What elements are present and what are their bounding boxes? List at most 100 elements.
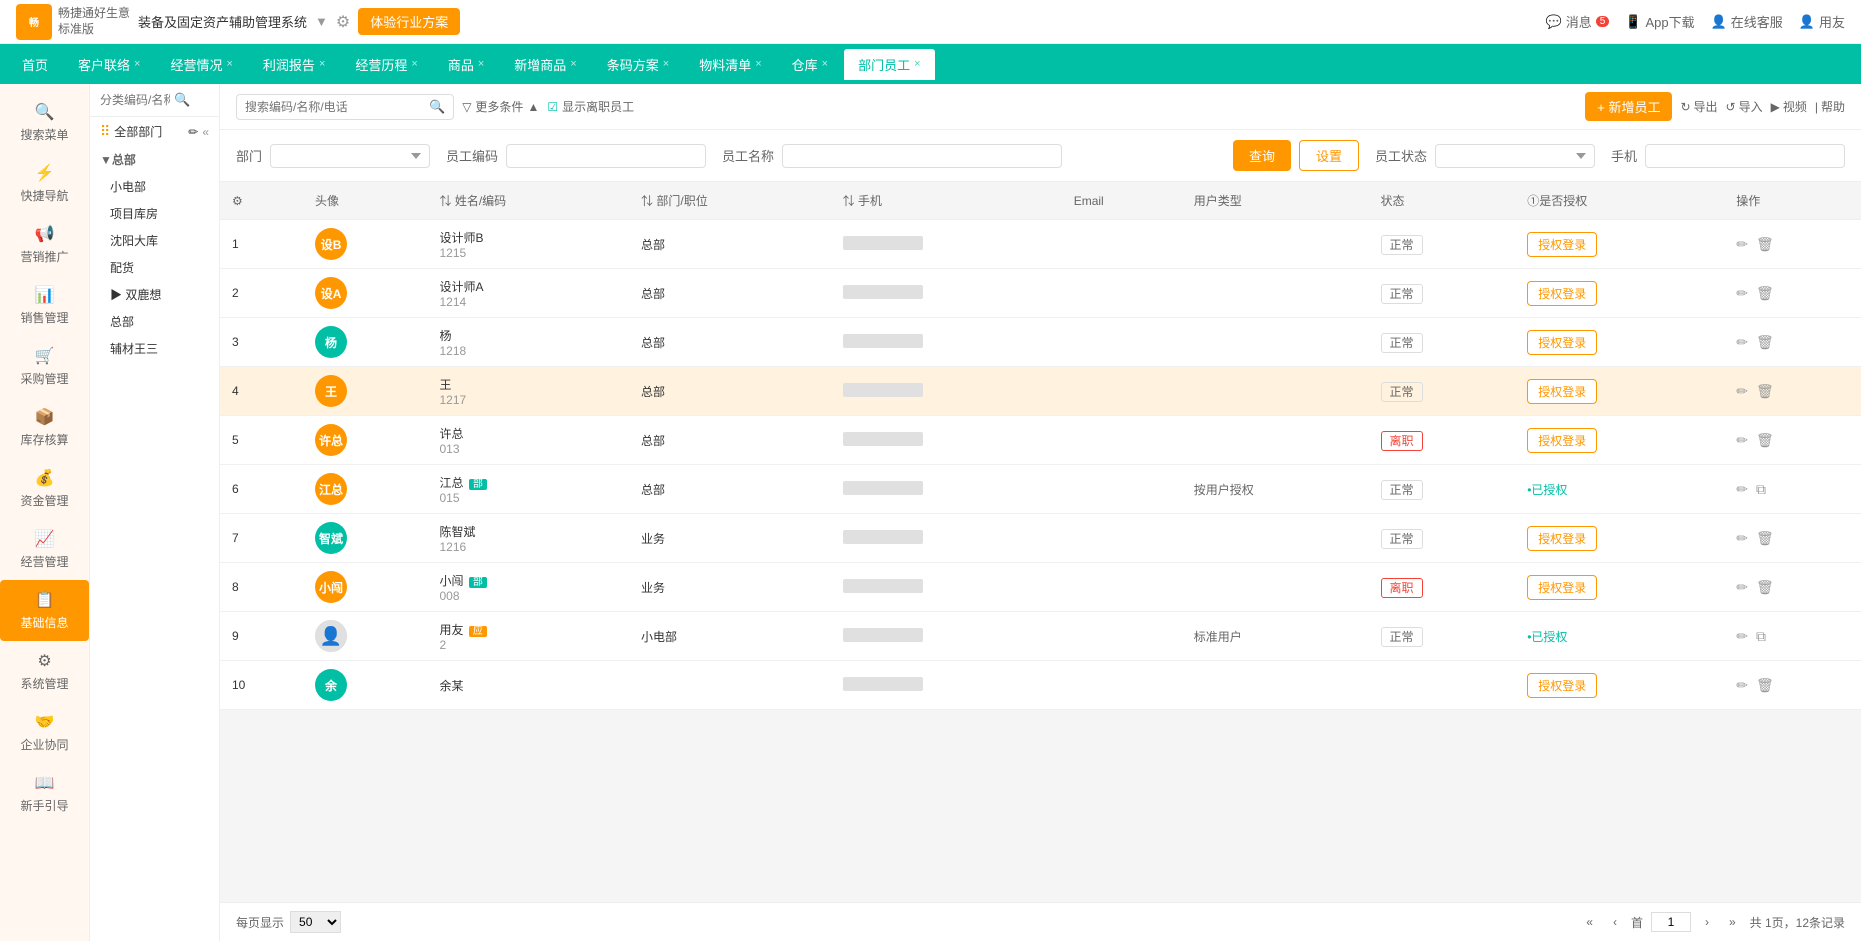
tab-goods[interactable]: 商品 × <box>434 49 498 80</box>
nav-basic-info[interactable]: 📋基础信息 <box>0 580 89 641</box>
close-icon[interactable]: × <box>755 58 761 70</box>
nav-business[interactable]: 📈经营管理 <box>0 519 89 580</box>
help-button[interactable]: | 帮助 <box>1815 98 1845 115</box>
nav-finance[interactable]: 💰资金管理 <box>0 458 89 519</box>
tab-bom[interactable]: 物料清单 × <box>685 49 775 80</box>
dept-item-shenyangdaku[interactable]: 沈阳大库 <box>90 227 219 254</box>
edit-icon[interactable]: ✏ <box>1736 530 1748 547</box>
nav-shortcut[interactable]: ⚡快捷导航 <box>0 153 89 214</box>
emp-code-input[interactable] <box>506 144 706 168</box>
close-icon[interactable]: × <box>478 58 484 70</box>
close-icon[interactable]: × <box>914 58 920 70</box>
prev-page-btn[interactable]: ‹ <box>1607 913 1623 931</box>
first-page-btn[interactable]: « <box>1580 913 1599 931</box>
dept-filter-select[interactable] <box>270 144 430 168</box>
sidebar-search-input[interactable] <box>100 93 170 107</box>
gear-icon[interactable]: ⚙ <box>336 12 350 32</box>
delete-icon[interactable]: 🗑 <box>1756 530 1774 547</box>
show-resigned-toggle[interactable]: ☑ 显示离职员工 <box>547 98 634 115</box>
app-download-btn[interactable]: 📱 App下载 <box>1625 12 1694 31</box>
delete-icon[interactable]: 🗑 <box>1756 432 1774 449</box>
tab-history[interactable]: 经营历程 × <box>341 49 431 80</box>
nav-marketing[interactable]: 📢营销推广 <box>0 214 89 275</box>
auth-button[interactable]: 授权登录 <box>1527 526 1597 551</box>
close-icon[interactable]: × <box>822 58 828 70</box>
nav-collab[interactable]: 🤝企业协同 <box>0 702 89 763</box>
delete-icon[interactable]: 🗑 <box>1756 383 1774 400</box>
col-settings[interactable]: ⚙ <box>220 182 303 220</box>
edit-icon[interactable]: ✏ <box>1736 677 1748 694</box>
close-icon[interactable]: × <box>226 58 232 70</box>
edit-icon[interactable]: ✏ <box>1736 432 1748 449</box>
nav-inventory[interactable]: 📦库存核算 <box>0 397 89 458</box>
nav-search[interactable]: 🔍搜索菜单 <box>0 92 89 153</box>
delete-icon[interactable]: 🗑 <box>1756 677 1774 694</box>
delete-icon[interactable]: 🗑 <box>1756 285 1774 302</box>
close-icon[interactable]: × <box>319 58 325 70</box>
close-icon[interactable]: × <box>411 58 417 70</box>
edit-icon[interactable]: ✏ <box>1736 481 1748 498</box>
tab-dept-staff[interactable]: 部门员工 × <box>844 49 934 80</box>
edit-dept-icon[interactable]: ✏ <box>188 125 198 139</box>
system-dropdown-icon[interactable]: ▼ <box>315 14 328 29</box>
col-phone[interactable]: ⇅ 手机 <box>831 182 1062 220</box>
sidebar-search-box[interactable]: 🔍 <box>100 92 190 108</box>
col-dept-position[interactable]: ⇅ 部门/职位 <box>629 182 831 220</box>
emp-name-input[interactable] <box>782 144 1062 168</box>
view-button[interactable]: ▶ 视频 <box>1771 98 1807 115</box>
edit-icon[interactable]: ✏ <box>1736 236 1748 253</box>
dept-item-xiangmukufang[interactable]: 项目库房 <box>90 200 219 227</box>
copy-icon[interactable]: ⧉ <box>1756 628 1766 645</box>
close-icon[interactable]: × <box>134 58 140 70</box>
emp-status-select[interactable] <box>1435 144 1595 168</box>
tab-operation[interactable]: 经营情况 × <box>156 49 246 80</box>
sidebar-search-icon[interactable]: 🔍 <box>174 92 190 108</box>
query-button[interactable]: 查询 <box>1233 140 1291 171</box>
setting-button[interactable]: 设置 <box>1299 140 1359 171</box>
auth-button[interactable]: 授权登录 <box>1527 575 1597 600</box>
delete-icon[interactable]: 🗑 <box>1756 334 1774 351</box>
auth-button[interactable]: 授权登录 <box>1527 330 1597 355</box>
search-box[interactable]: 🔍 <box>236 94 454 120</box>
delete-icon[interactable]: 🗑 <box>1756 236 1774 253</box>
online-service-btn[interactable]: 👤 在线客服 <box>1711 12 1783 31</box>
copy-icon[interactable]: ⧉ <box>1756 481 1766 498</box>
tab-home[interactable]: 首页 <box>8 49 62 80</box>
trial-button[interactable]: 体验行业方案 <box>358 8 460 35</box>
phone-input[interactable] <box>1645 144 1845 168</box>
tab-profit[interactable]: 利润报告 × <box>249 49 339 80</box>
auth-button[interactable]: 授权登录 <box>1527 232 1597 257</box>
close-icon[interactable]: × <box>663 58 669 70</box>
dept-item-peihuo[interactable]: 配货 <box>90 254 219 281</box>
close-icon[interactable]: × <box>570 58 576 70</box>
page-number-input[interactable] <box>1651 912 1691 932</box>
auth-button[interactable]: 授权登录 <box>1527 379 1597 404</box>
edit-icon[interactable]: ✏ <box>1736 383 1748 400</box>
dept-item-xiaodiandian[interactable]: 小电部 <box>90 173 219 200</box>
import-button[interactable]: ↺ 导入 <box>1726 98 1763 115</box>
delete-icon[interactable]: 🗑 <box>1756 579 1774 596</box>
nav-system[interactable]: ⚙系统管理 <box>0 641 89 702</box>
collapse-sidebar-icon[interactable]: « <box>202 125 209 139</box>
tab-warehouse[interactable]: 仓库 × <box>778 49 842 80</box>
edit-icon[interactable]: ✏ <box>1736 628 1748 645</box>
search-icon[interactable]: 🔍 <box>429 99 445 115</box>
auth-button[interactable]: 授权登录 <box>1527 428 1597 453</box>
more-filter-btn[interactable]: ▽ 更多条件 ▲ <box>462 98 539 115</box>
page-size-select[interactable]: 50 100 <box>290 911 341 933</box>
col-name-code[interactable]: ⇅ 姓名/编码 <box>428 182 630 220</box>
dept-item-zongbu-sub[interactable]: 总部 <box>90 308 219 335</box>
all-dept-title[interactable]: ⠿ 全部部门 ✏ « <box>90 117 219 146</box>
tab-barcode[interactable]: 条码方案 × <box>593 49 683 80</box>
user-menu[interactable]: 👤 用友 <box>1799 12 1845 31</box>
auth-button[interactable]: 授权登录 <box>1527 281 1597 306</box>
dept-item-shuanglusiang[interactable]: ▶ 双鹿想 <box>90 281 219 308</box>
search-input[interactable] <box>245 100 425 114</box>
edit-icon[interactable]: ✏ <box>1736 285 1748 302</box>
nav-sales[interactable]: 📊销售管理 <box>0 275 89 336</box>
add-employee-button[interactable]: + 新增员工 <box>1585 92 1672 121</box>
message-btn[interactable]: 💬 消息 5 <box>1546 12 1610 31</box>
next-page-btn[interactable]: › <box>1699 913 1715 931</box>
edit-icon[interactable]: ✏ <box>1736 579 1748 596</box>
dept-item-zongbu-parent[interactable]: ▼总部 <box>90 146 219 173</box>
